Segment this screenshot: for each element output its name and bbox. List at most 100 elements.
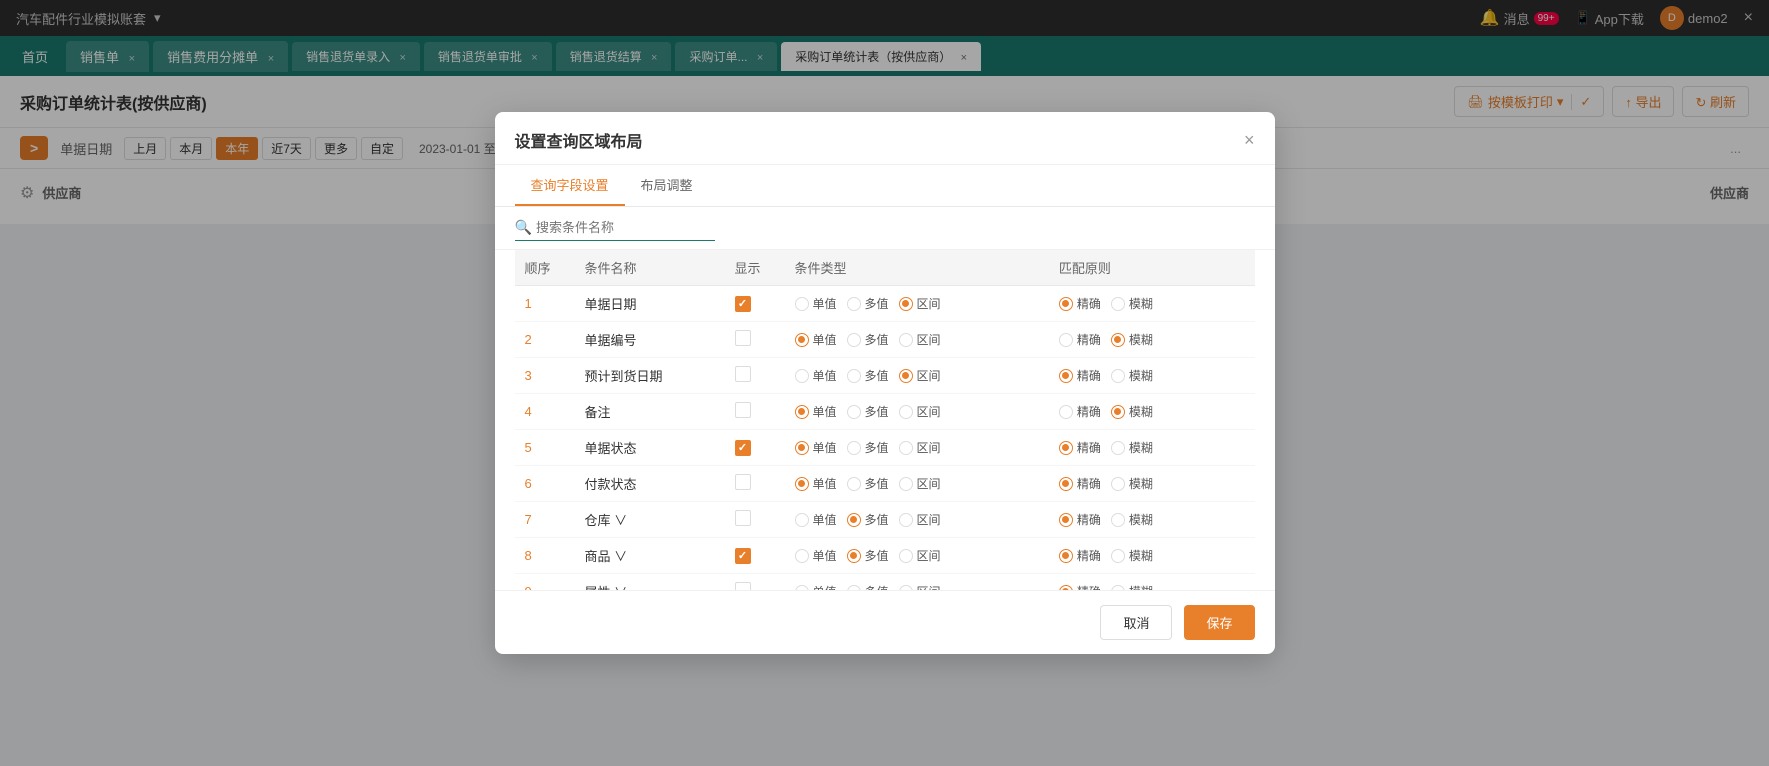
dialog-close-btn[interactable]: × bbox=[1244, 130, 1255, 151]
radio-dot-fuzzy bbox=[1111, 369, 1125, 383]
radio-item-fuzzy[interactable]: 模糊 bbox=[1111, 475, 1153, 492]
radio-item-multi[interactable]: 多值 bbox=[847, 367, 889, 384]
radio-item-range[interactable]: 区间 bbox=[899, 511, 941, 528]
radio-dot-exact bbox=[1059, 369, 1073, 383]
show-checkbox[interactable] bbox=[735, 330, 751, 346]
condition-type-radio-group: 单值多值区间 bbox=[795, 475, 1039, 492]
radio-item-multi[interactable]: 多值 bbox=[847, 331, 889, 348]
radio-dot-multi bbox=[847, 441, 861, 455]
radio-item-single[interactable]: 单值 bbox=[795, 547, 837, 564]
match-rule-radio-group: 精确模糊 bbox=[1059, 295, 1245, 312]
settings-dialog: 设置查询区域布局 × 查询字段设置 布局调整 🔍 顺序 bbox=[495, 112, 1275, 654]
table-row: 8商品 ∨单值多值区间精确模糊 bbox=[515, 538, 1255, 574]
table-row: 2单据编号单值多值区间精确模糊 bbox=[515, 322, 1255, 358]
radio-item-multi[interactable]: 多值 bbox=[847, 295, 889, 312]
cell-name: 单据状态 bbox=[575, 430, 725, 466]
radio-item-range[interactable]: 区间 bbox=[899, 547, 941, 564]
cell-name: 付款状态 bbox=[575, 466, 725, 502]
radio-dot-range bbox=[899, 297, 913, 311]
dialog-tab-layout[interactable]: 布局调整 bbox=[625, 165, 709, 206]
radio-item-range[interactable]: 区间 bbox=[899, 295, 941, 312]
radio-item-single[interactable]: 单值 bbox=[795, 403, 837, 420]
radio-item-single[interactable]: 单值 bbox=[795, 439, 837, 456]
radio-dot-fuzzy bbox=[1111, 513, 1125, 527]
radio-item-exact[interactable]: 精确 bbox=[1059, 511, 1101, 528]
radio-item-fuzzy[interactable]: 模糊 bbox=[1111, 547, 1153, 564]
radio-item-multi[interactable]: 多值 bbox=[847, 403, 889, 420]
radio-dot-exact bbox=[1059, 513, 1073, 527]
radio-item-single[interactable]: 单值 bbox=[795, 295, 837, 312]
radio-dot-range bbox=[899, 513, 913, 527]
show-checkbox[interactable] bbox=[735, 402, 751, 418]
radio-dot-exact bbox=[1059, 297, 1073, 311]
dialog-header: 设置查询区域布局 × bbox=[495, 112, 1275, 165]
radio-item-exact[interactable]: 精确 bbox=[1059, 547, 1101, 564]
radio-item-multi[interactable]: 多值 bbox=[847, 511, 889, 528]
show-checkbox[interactable] bbox=[735, 474, 751, 490]
radio-item-fuzzy[interactable]: 模糊 bbox=[1111, 583, 1153, 590]
condition-type-radio-group: 单值 多值 区间 bbox=[795, 583, 1039, 590]
th-order: 顺序 bbox=[515, 250, 575, 286]
radio-dot-multi bbox=[847, 549, 861, 563]
match-rule-radio-group: 精确模糊 bbox=[1059, 331, 1245, 348]
radio-item-exact[interactable]: 精确 bbox=[1059, 439, 1101, 456]
radio-item-range[interactable]: 区间 bbox=[899, 331, 941, 348]
dialog-tab-query-fields[interactable]: 查询字段设置 bbox=[515, 165, 625, 206]
condition-type-radio-group: 单值多值区间 bbox=[795, 439, 1039, 456]
radio-item-multi[interactable]: 多值 bbox=[847, 583, 889, 590]
radio-dot-range bbox=[899, 477, 913, 491]
radio-item-multi[interactable]: 多值 bbox=[847, 547, 889, 564]
radio-item-multi[interactable]: 多值 bbox=[847, 475, 889, 492]
radio-item-multi[interactable]: 多值 bbox=[847, 439, 889, 456]
radio-item-exact[interactable]: 精确 bbox=[1059, 331, 1101, 348]
cell-condition-type: 单值多值区间 bbox=[785, 502, 1049, 538]
radio-dot-single bbox=[795, 405, 809, 419]
cancel-button[interactable]: 取消 bbox=[1100, 605, 1172, 640]
radio-item-exact[interactable]: 精确 bbox=[1059, 475, 1101, 492]
radio-item-exact[interactable]: 精确 bbox=[1059, 403, 1101, 420]
radio-item-exact[interactable]: 精确 bbox=[1059, 583, 1101, 590]
search-icon: 🔍 bbox=[515, 219, 532, 236]
radio-item-fuzzy[interactable]: 模糊 bbox=[1111, 511, 1153, 528]
dialog-title: 设置查询区域布局 bbox=[515, 128, 643, 152]
th-name: 条件名称 bbox=[575, 250, 725, 286]
radio-item-single[interactable]: 单值 bbox=[795, 367, 837, 384]
show-checkbox[interactable] bbox=[735, 582, 751, 590]
cell-show bbox=[725, 574, 785, 591]
show-checkbox[interactable] bbox=[735, 510, 751, 526]
radio-item-fuzzy[interactable]: 模糊 bbox=[1111, 295, 1153, 312]
radio-item-fuzzy[interactable]: 模糊 bbox=[1111, 439, 1153, 456]
radio-dot-range bbox=[899, 549, 913, 563]
radio-item-fuzzy[interactable]: 模糊 bbox=[1111, 367, 1153, 384]
radio-item-single[interactable]: 单值 bbox=[795, 331, 837, 348]
radio-dot-multi bbox=[847, 477, 861, 491]
radio-item-range[interactable]: 区间 bbox=[899, 475, 941, 492]
table-head: 顺序 条件名称 显示 条件类型 匹配原则 bbox=[515, 250, 1255, 286]
cell-order: 8 bbox=[515, 538, 575, 574]
radio-item-fuzzy[interactable]: 模糊 bbox=[1111, 403, 1153, 420]
radio-item-exact[interactable]: 精确 bbox=[1059, 367, 1101, 384]
save-button[interactable]: 保存 bbox=[1184, 605, 1254, 640]
radio-dot-exact bbox=[1059, 333, 1073, 347]
radio-item-range[interactable]: 区间 bbox=[899, 439, 941, 456]
radio-item-exact[interactable]: 精确 bbox=[1059, 295, 1101, 312]
cell-match-rule: 精确模糊 bbox=[1049, 286, 1255, 322]
condition-type-radio-group: 单值多值区间 bbox=[795, 367, 1039, 384]
radio-item-range[interactable]: 区间 bbox=[899, 403, 941, 420]
show-checkbox[interactable] bbox=[735, 366, 751, 382]
radio-item-single[interactable]: 单值 bbox=[795, 511, 837, 528]
radio-item-fuzzy[interactable]: 模糊 bbox=[1111, 331, 1153, 348]
radio-item-range[interactable]: 区间 bbox=[899, 367, 941, 384]
radio-dot-fuzzy bbox=[1111, 405, 1125, 419]
match-rule-radio-group: 精确模糊 bbox=[1059, 403, 1245, 420]
search-input[interactable] bbox=[536, 220, 715, 235]
radio-item-range[interactable]: 区间 bbox=[899, 583, 941, 590]
radio-item-single[interactable]: 单值 bbox=[795, 475, 837, 492]
radio-item-single[interactable]: 单值 bbox=[795, 583, 837, 590]
cell-order: 4 bbox=[515, 394, 575, 430]
show-checkbox[interactable] bbox=[735, 296, 751, 312]
show-checkbox[interactable] bbox=[735, 440, 751, 456]
show-checkbox[interactable] bbox=[735, 548, 751, 564]
radio-dot-exact bbox=[1059, 441, 1073, 455]
match-rule-radio-group: 精确 模糊 bbox=[1059, 583, 1245, 590]
